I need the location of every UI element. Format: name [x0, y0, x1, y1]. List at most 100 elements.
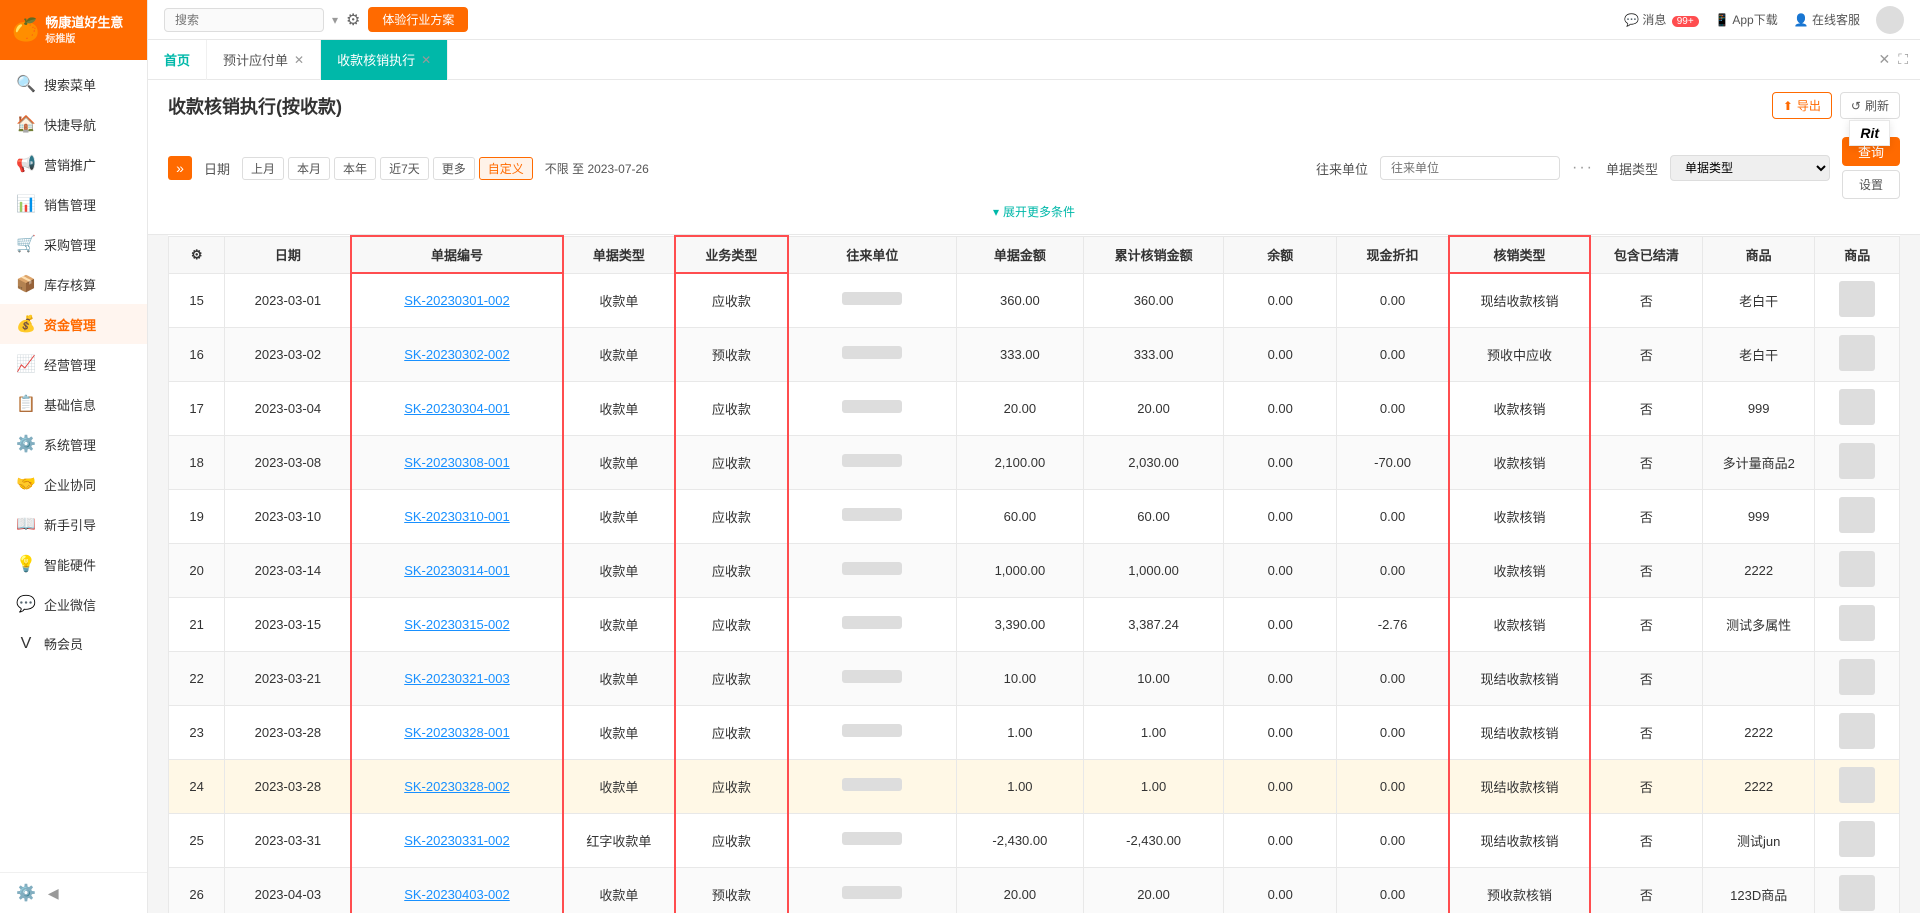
row-balance: 0.00	[1224, 597, 1337, 651]
sidebar-item-hardware[interactable]: 💡智能硬件	[0, 544, 147, 584]
row-counterpart	[788, 705, 957, 759]
date-range-display: 不限 至 2023-07-26	[545, 160, 649, 177]
sidebar-item-shortcut[interactable]: 🏠快捷导航	[0, 104, 147, 144]
sidebar-item-marketing[interactable]: 📢营销推广	[0, 144, 147, 184]
col-gear-header[interactable]: ⚙	[169, 236, 225, 273]
filter-more-dots[interactable]: ···	[1572, 159, 1594, 177]
table-row: 18 2023-03-08 SK-20230308-001 收款单 应收款 2,…	[169, 435, 1900, 489]
sidebar-label-system: 系统管理	[44, 435, 96, 454]
row-biztype: 应收款	[675, 705, 788, 759]
date-this-year[interactable]: 本年	[334, 157, 376, 180]
row-no: 26	[169, 867, 225, 913]
expand-icon[interactable]: ⛶	[1898, 51, 1908, 68]
row-sn: SK-20230331-002	[351, 813, 562, 867]
col-doctype-header: 单据类型	[563, 236, 676, 273]
sidebar-item-sales[interactable]: 📊销售管理	[0, 184, 147, 224]
table-header-row: ⚙ 日期 单据编号 单据类型 业务类型 往来单位 单据金额 累计核销金额 余额 …	[169, 236, 1900, 273]
sn-link[interactable]: SK-20230310-001	[404, 509, 510, 524]
sidebar-item-corp[interactable]: 🤝企业协同	[0, 464, 147, 504]
sidebar-item-finance[interactable]: 💰资金管理	[0, 304, 147, 344]
app-download[interactable]: 📱 App下载	[1715, 11, 1778, 28]
expand-down-icon: ▾	[993, 205, 999, 219]
tab-home[interactable]: 首页	[148, 40, 207, 80]
sidebar-icon-operations: 📈	[16, 354, 36, 374]
date-this-month[interactable]: 本月	[288, 157, 330, 180]
sidebar-label-search: 搜索菜单	[44, 75, 96, 94]
row-cumulative: 333.00	[1083, 327, 1224, 381]
sn-link[interactable]: SK-20230314-001	[404, 563, 510, 578]
row-goods: 999	[1702, 489, 1815, 543]
table-row: 21 2023-03-15 SK-20230315-002 收款单 应收款 3,…	[169, 597, 1900, 651]
sn-link[interactable]: SK-20230328-002	[404, 779, 510, 794]
sn-link[interactable]: SK-20230321-003	[404, 671, 510, 686]
row-amount: 360.00	[957, 273, 1084, 327]
tab-prepay-close[interactable]: ✕	[294, 53, 304, 67]
industry-btn[interactable]: 体验行业方案	[368, 7, 468, 32]
row-date: 2023-03-02	[225, 327, 352, 381]
collapse-icon[interactable]: ◀	[48, 885, 59, 902]
row-amount: 3,390.00	[957, 597, 1084, 651]
sn-link[interactable]: SK-20230302-002	[404, 347, 510, 362]
sidebar-icon-finance: 💰	[16, 314, 36, 334]
sidebar-item-search[interactable]: 🔍搜索菜单	[0, 64, 147, 104]
col-goods-header: 商品	[1702, 236, 1815, 273]
row-no: 22	[169, 651, 225, 705]
row-amount: 1.00	[957, 705, 1084, 759]
col-goods2-header: 商品	[1815, 236, 1900, 273]
row-no: 18	[169, 435, 225, 489]
sidebar-item-wechat[interactable]: 💬企业微信	[0, 584, 147, 624]
message-item[interactable]: 💬 消息 99+	[1624, 11, 1699, 28]
row-discount: -2.76	[1337, 597, 1450, 651]
row-biztype: 应收款	[675, 651, 788, 705]
settings-icon[interactable]: ⚙️	[16, 883, 36, 903]
search-input[interactable]	[164, 8, 324, 32]
online-service[interactable]: 👤 在线客服	[1794, 11, 1860, 28]
sidebar-item-guide[interactable]: 📖新手引导	[0, 504, 147, 544]
sidebar-item-member[interactable]: V畅会员	[0, 624, 147, 663]
row-balance: 0.00	[1224, 813, 1337, 867]
sidebar-item-basic[interactable]: 📋基础信息	[0, 384, 147, 424]
topbar-left: ▾ ⚙ 体验行业方案	[164, 7, 1608, 32]
gear-icon[interactable]: ⚙	[346, 10, 360, 30]
date-more[interactable]: 更多	[433, 157, 475, 180]
date-prev-month[interactable]: 上月	[242, 157, 284, 180]
sidebar-item-operations[interactable]: 📈经营管理	[0, 344, 147, 384]
row-doctype: 收款单	[563, 543, 676, 597]
row-balance: 0.00	[1224, 489, 1337, 543]
sn-link[interactable]: SK-20230328-001	[404, 725, 510, 740]
close-all-icon[interactable]: ✕	[1878, 51, 1890, 68]
sidebar-item-purchase[interactable]: 🛒采购管理	[0, 224, 147, 264]
tab-collection-close[interactable]: ✕	[421, 53, 431, 67]
date-custom[interactable]: 自定义	[479, 157, 533, 180]
expand-button[interactable]: ▾ 展开更多条件	[993, 203, 1075, 220]
sn-link[interactable]: SK-20230403-002	[404, 887, 510, 902]
sidebar-item-inventory[interactable]: 📦库存核算	[0, 264, 147, 304]
refresh-button[interactable]: ↺ 刷新	[1840, 92, 1900, 119]
row-cumulative: 1,000.00	[1083, 543, 1224, 597]
date-7days[interactable]: 近7天	[380, 157, 429, 180]
sn-link[interactable]: SK-20230315-002	[404, 617, 510, 632]
tab-prepay[interactable]: 预计应付单 ✕	[207, 40, 321, 80]
col-amount-header: 单据金额	[957, 236, 1084, 273]
filter-arrow-btn[interactable]: »	[168, 156, 192, 180]
sn-link[interactable]: SK-20230301-002	[404, 293, 510, 308]
filter-settings-button[interactable]: 设置	[1842, 170, 1900, 199]
row-counterpart	[788, 759, 957, 813]
sidebar-icon-shortcut: 🏠	[16, 114, 36, 134]
sn-link[interactable]: SK-20230308-001	[404, 455, 510, 470]
doc-type-select[interactable]: 单据类型	[1670, 155, 1830, 181]
export-icon: ⬆	[1783, 99, 1793, 113]
col-settled-header: 包含已结清	[1590, 236, 1703, 273]
sidebar-footer[interactable]: ⚙️ ◀	[0, 872, 147, 913]
sn-link[interactable]: SK-20230304-001	[404, 401, 510, 416]
row-amount: 2,100.00	[957, 435, 1084, 489]
counterpart-input[interactable]	[1380, 156, 1560, 180]
tab-collection[interactable]: 收款核销执行 ✕	[321, 40, 448, 80]
sidebar-item-system[interactable]: ⚙️系统管理	[0, 424, 147, 464]
export-button[interactable]: ⬆ 导出	[1772, 92, 1832, 119]
sn-link[interactable]: SK-20230331-002	[404, 833, 510, 848]
table-row: 25 2023-03-31 SK-20230331-002 红字收款单 应收款 …	[169, 813, 1900, 867]
msg-count: 99+	[1672, 16, 1699, 27]
row-date: 2023-03-15	[225, 597, 352, 651]
table-row: 15 2023-03-01 SK-20230301-002 收款单 应收款 36…	[169, 273, 1900, 327]
